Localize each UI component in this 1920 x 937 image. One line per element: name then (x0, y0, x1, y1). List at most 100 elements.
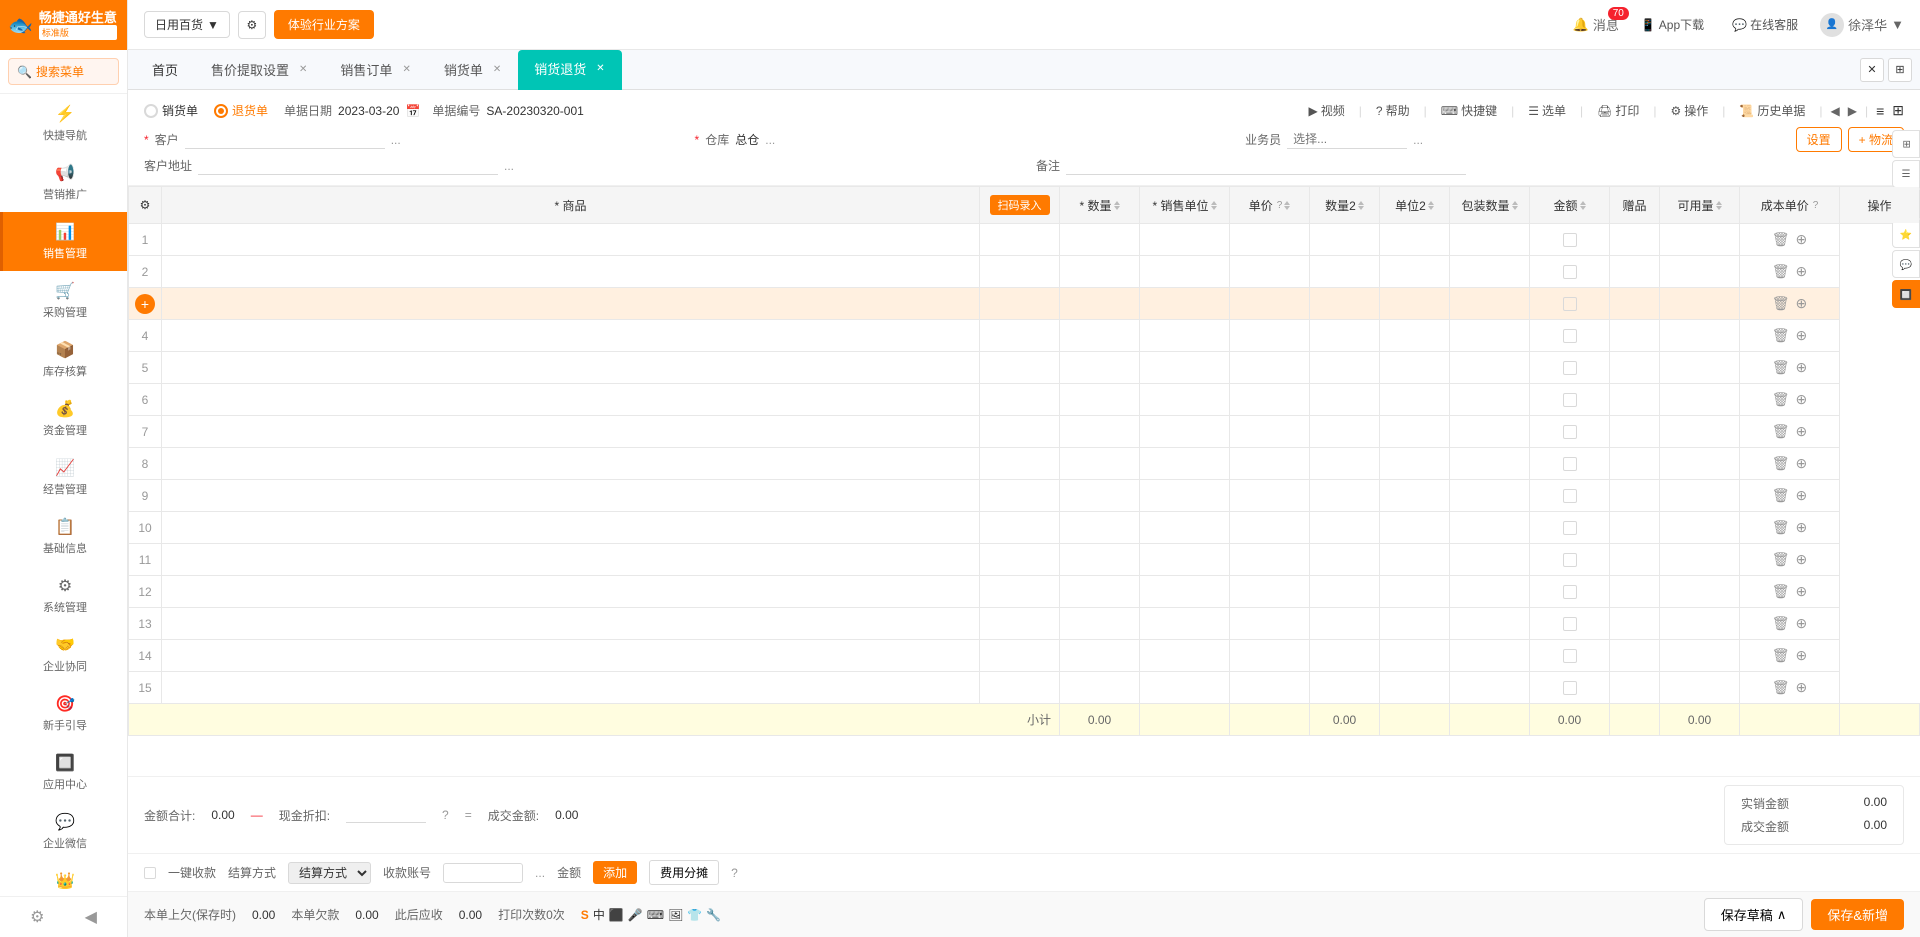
operate-button[interactable]: ⚙ 操作 (1665, 100, 1715, 121)
customer-more-btn[interactable]: ... (391, 133, 401, 147)
product-cell[interactable] (162, 256, 980, 288)
gift-checkbox[interactable] (1563, 489, 1577, 503)
tab-price-setting-close[interactable]: ✕ (299, 64, 307, 75)
delete-btn[interactable]: 🗑 (1772, 487, 1790, 504)
delete-btn[interactable]: 🗑 (1772, 455, 1790, 472)
copy-btn[interactable]: ⊕ (1796, 359, 1808, 376)
unit-cell[interactable] (1060, 256, 1140, 288)
quick-btn-6[interactable]: 🔲 (1892, 280, 1920, 308)
amount-cell[interactable] (1450, 224, 1530, 256)
calendar-icon[interactable]: 📅 (405, 104, 420, 118)
tab-sales-order[interactable]: 销售订单 ✕ (324, 50, 427, 90)
print-button[interactable]: 🖨 打印 (1591, 100, 1645, 121)
unit2-cell[interactable] (1310, 288, 1380, 320)
set-button[interactable]: 设置 (1796, 127, 1842, 152)
sidebar-item-wechat[interactable]: 💬 企业微信 (0, 802, 127, 861)
shortcut-button[interactable]: ⌨ 快捷键 (1435, 100, 1503, 121)
delete-btn[interactable]: 🗑 (1772, 583, 1790, 600)
sidebar-item-finance[interactable]: 💰 资金管理 (0, 389, 127, 448)
quick-btn-2[interactable]: ☰ (1892, 160, 1920, 188)
app-download-button[interactable]: 📱 App下载 (1635, 14, 1710, 35)
qty2-cell[interactable] (1230, 256, 1310, 288)
price-cell[interactable] (1140, 288, 1230, 320)
prev-btn[interactable]: ◀ (1831, 104, 1840, 118)
delete-btn[interactable]: 🗑 (1772, 647, 1790, 664)
delete-btn[interactable]: 🗑 (1772, 327, 1790, 344)
gift-checkbox[interactable] (1563, 457, 1577, 471)
tab-sales-return[interactable]: 销货退货 ✕ (518, 50, 621, 90)
online-service-button[interactable]: 💬 在线客服 (1726, 14, 1804, 35)
copy-btn[interactable]: ⊕ (1796, 615, 1808, 632)
copy-btn[interactable]: ⊕ (1796, 423, 1808, 440)
product-input-cell[interactable] (162, 288, 980, 320)
sidebar-settings-btn[interactable]: ⚙ (30, 907, 44, 927)
tab-sales-order-close[interactable]: ✕ (402, 64, 410, 75)
qty-cell[interactable] (980, 256, 1060, 288)
customer-input[interactable] (185, 130, 385, 149)
sidebar-item-enterprise[interactable]: 🤝 企业协同 (0, 625, 127, 684)
copy-btn[interactable]: ⊕ (1796, 231, 1808, 248)
unit2-cell[interactable] (1310, 256, 1380, 288)
delete-btn[interactable]: 🗑 (1772, 295, 1790, 312)
copy-btn[interactable]: ⊕ (1796, 583, 1808, 600)
tab-sales-return-close[interactable]: ✕ (596, 63, 604, 74)
sidebar-collapse-btn[interactable]: ◀ (85, 907, 97, 927)
gift-checkbox[interactable] (1563, 393, 1577, 407)
warehouse-more-btn[interactable]: ... (765, 133, 775, 147)
next-btn[interactable]: ▶ (1848, 104, 1857, 118)
notification-button[interactable]: 🔔 消息 70 (1573, 15, 1619, 34)
account-input[interactable] (443, 863, 523, 883)
history-button[interactable]: 📜 历史单据 (1733, 100, 1811, 121)
gift-checkbox[interactable] (1563, 617, 1577, 631)
dotted-more[interactable]: ... (535, 866, 545, 880)
delete-btn[interactable]: 🗑 (1772, 679, 1790, 696)
copy-btn[interactable]: ⊕ (1796, 295, 1808, 312)
address-more-btn[interactable]: ... (504, 159, 514, 173)
sidebar-item-sales[interactable]: 📊 销售管理 (0, 212, 127, 271)
tab-home[interactable]: 首页 (136, 50, 195, 90)
sidebar-item-appcenter[interactable]: 🔲 应用中心 (0, 743, 127, 802)
sidebar-item-guide[interactable]: 🎯 新手引导 (0, 684, 127, 743)
packqty-cell[interactable] (1380, 256, 1450, 288)
view-grid-icon[interactable]: ⊞ (1892, 102, 1904, 119)
sidebar-item-purchase[interactable]: 🛒 采购管理 (0, 271, 127, 330)
user-info[interactable]: 👤 徐泽华 ▼ (1820, 13, 1904, 37)
sidebar-item-basic[interactable]: 📋 基础信息 (0, 507, 127, 566)
method-select[interactable]: 结算方式 (288, 862, 371, 884)
copy-btn[interactable]: ⊕ (1796, 391, 1808, 408)
scan-btn[interactable]: 扫码录入 (990, 195, 1050, 215)
copy-btn[interactable]: ⊕ (1796, 519, 1808, 536)
daily-select[interactable]: 日用百货 ▼ (144, 11, 230, 38)
delete-btn[interactable]: 🗑 (1772, 615, 1790, 632)
amount-cell[interactable] (1450, 256, 1530, 288)
save-new-button[interactable]: 保存&新增 (1811, 899, 1904, 930)
staff-more-btn[interactable]: ... (1413, 133, 1423, 147)
radio-sales-delivery[interactable]: 销货单 (144, 102, 198, 119)
cost-price-cell[interactable] (1660, 288, 1740, 320)
gift-checkbox[interactable] (1563, 361, 1577, 375)
unit-cell[interactable] (1060, 224, 1140, 256)
remark-input[interactable] (1066, 156, 1466, 175)
gift-checkbox[interactable] (1563, 585, 1577, 599)
delete-btn[interactable]: 🗑 (1772, 263, 1790, 280)
tab-price-setting[interactable]: 售价提取设置 ✕ (195, 50, 324, 90)
packqty-cell[interactable] (1380, 288, 1450, 320)
qty2-cell[interactable] (1230, 224, 1310, 256)
delete-btn[interactable]: 🗑 (1772, 359, 1790, 376)
copy-btn[interactable]: ⊕ (1796, 551, 1808, 568)
gift-checkbox[interactable] (1563, 425, 1577, 439)
search-menu-button[interactable]: 🔍 搜索菜单 (8, 58, 119, 85)
sidebar-item-operation[interactable]: 📈 经营管理 (0, 448, 127, 507)
price-cell[interactable] (1140, 256, 1230, 288)
available-cell[interactable] (1610, 288, 1660, 320)
gift-checkbox[interactable] (1563, 329, 1577, 343)
staff-input[interactable] (1287, 130, 1407, 149)
cost-price-cell[interactable] (1660, 224, 1740, 256)
gift-checkbox[interactable] (1563, 681, 1577, 695)
unit-cell[interactable] (1060, 288, 1140, 320)
tab-close-all-button[interactable]: ✕ (1860, 58, 1884, 82)
amount-cell[interactable] (1450, 288, 1530, 320)
tab-sales-delivery[interactable]: 销货单 ✕ (428, 50, 518, 90)
gift-checkbox[interactable] (1563, 265, 1577, 279)
qty-cell[interactable] (980, 224, 1060, 256)
